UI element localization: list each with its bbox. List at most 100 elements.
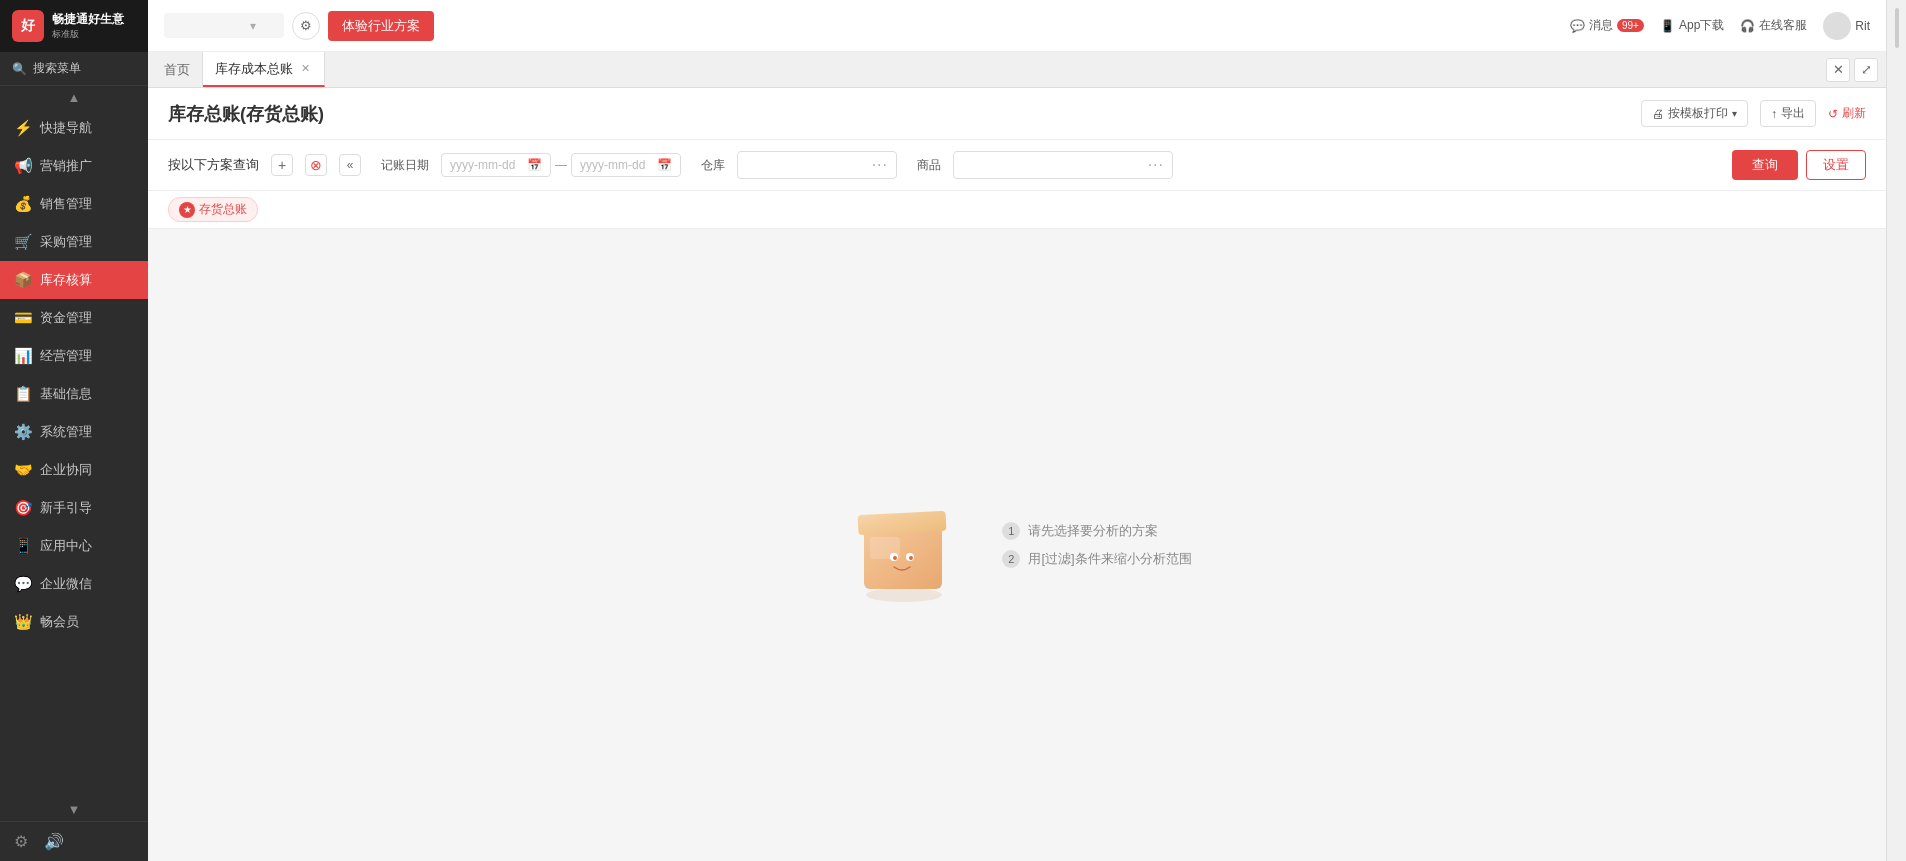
scheme-text: 存货总账	[199, 201, 247, 218]
nav-path-chevron: ▾	[250, 19, 256, 33]
inventory-icon: 📦	[14, 271, 32, 289]
content-area: 库存总账(存货总账) 🖨 按模板打印 ▾ ↑ 导出 ↺ 刷新 按以下方案查询	[148, 88, 1886, 861]
goods-label: 商品	[917, 157, 941, 174]
operations-icon: 📊	[14, 347, 32, 365]
system-icon: ⚙️	[14, 423, 32, 441]
sidebar-item-wechat[interactable]: 💬 企业微信	[0, 565, 148, 603]
sidebar-item-quick-nav[interactable]: ⚡ 快捷导航	[0, 109, 148, 147]
filter-collapse-btn[interactable]: «	[339, 154, 361, 176]
page-title: 库存总账(存货总账)	[168, 102, 324, 126]
sidebar-item-guide[interactable]: 🎯 新手引导	[0, 489, 148, 527]
user-name: Rit	[1855, 19, 1870, 33]
sidebar-item-member[interactable]: 👑 畅会员	[0, 603, 148, 641]
tip-num-1: 1	[1002, 522, 1020, 540]
tab-inventory-cost[interactable]: 库存成本总账 ✕	[203, 52, 325, 87]
guide-icon: 🎯	[14, 499, 32, 517]
sales-icon: 💰	[14, 195, 32, 213]
sidebar-item-sales[interactable]: 💰 销售管理	[0, 185, 148, 223]
search-menu-item[interactable]: 🔍 搜索菜单	[0, 52, 148, 86]
warehouse-more-icon: ···	[872, 156, 888, 174]
audio-footer-icon[interactable]: 🔊	[44, 832, 64, 851]
sidebar-item-cooperation[interactable]: 🤝 企业协同	[0, 451, 148, 489]
sidebar-nav: ⚡ 快捷导航 📢 营销推广 💰 销售管理 🛒 采购管理 📦 库存核算 💳 资金管…	[0, 109, 148, 798]
date-field-label: 记账日期	[381, 157, 429, 174]
empty-state: 1 请先选择要分析的方案 2 用[过滤]条件来缩小分析范围	[148, 229, 1886, 861]
search-icon: 🔍	[12, 62, 27, 76]
phone-icon: 📱	[1660, 19, 1675, 33]
filter-add-btn[interactable]: +	[271, 154, 293, 176]
tab-collapse-btn[interactable]: ✕	[1826, 58, 1850, 82]
goods-select[interactable]: ···	[953, 151, 1173, 179]
sidebar-item-finance[interactable]: 💳 资金管理	[0, 299, 148, 337]
wechat-icon: 💬	[14, 575, 32, 593]
nav-path[interactable]: ▾	[164, 13, 284, 38]
sidebar-item-marketing[interactable]: 📢 营销推广	[0, 147, 148, 185]
app-download-btn[interactable]: 📱 App下载	[1660, 17, 1724, 34]
scroll-up-btn[interactable]: ▲	[0, 86, 148, 109]
quick-nav-icon: ⚡	[14, 119, 32, 137]
sidebar-item-purchase[interactable]: 🛒 采购管理	[0, 223, 148, 261]
header-actions: 🖨 按模板打印 ▾ ↑ 导出 ↺ 刷新	[1641, 100, 1866, 127]
refresh-icon: ↺	[1828, 107, 1838, 121]
topbar-right: 💬 消息 99+ 📱 App下载 🎧 在线客服 Rit	[1570, 12, 1870, 40]
scheme-icon: ★	[179, 202, 195, 218]
tip-item-2: 2 用[过滤]条件来缩小分析范围	[1002, 550, 1191, 568]
date-start-input[interactable]: yyyy-mm-dd 📅	[441, 153, 551, 177]
tip-text-1: 请先选择要分析的方案	[1028, 522, 1158, 540]
headset-icon: 🎧	[1740, 19, 1755, 33]
warehouse-select[interactable]: ···	[737, 151, 897, 179]
tab-home[interactable]: 首页	[152, 52, 203, 87]
print-icon: 🖨	[1652, 107, 1664, 121]
date-end-input[interactable]: yyyy-mm-dd 📅	[571, 153, 681, 177]
tip-item-1: 1 请先选择要分析的方案	[1002, 522, 1191, 540]
messages-btn[interactable]: 💬 消息 99+	[1570, 17, 1644, 34]
print-dropdown-icon: ▾	[1732, 108, 1737, 119]
print-btn[interactable]: 🖨 按模板打印 ▾	[1641, 100, 1748, 127]
tab-expand-btn[interactable]: ⤢	[1854, 58, 1878, 82]
nav-path-text	[174, 17, 246, 34]
member-icon: 👑	[14, 613, 32, 631]
sidebar-item-app-center[interactable]: 📱 应用中心	[0, 527, 148, 565]
user-avatar	[1823, 12, 1851, 40]
filter-remove-btn[interactable]: ⊗	[305, 154, 327, 176]
right-panel[interactable]	[1886, 0, 1906, 861]
export-btn[interactable]: ↑ 导出	[1760, 100, 1816, 127]
user-info[interactable]: Rit	[1823, 12, 1870, 40]
sidebar-footer: ⚙ 🔊	[0, 821, 148, 861]
tabs-bar: 首页 库存成本总账 ✕ ✕ ⤢	[148, 52, 1886, 88]
topbar: ▾ ⚙ 体验行业方案 💬 消息 99+ 📱 App下载 🎧 在线客服 Rit	[148, 0, 1886, 52]
calendar-end-icon: 📅	[657, 158, 672, 172]
empty-tips: 1 请先选择要分析的方案 2 用[过滤]条件来缩小分析范围	[1002, 522, 1191, 568]
message-icon: 💬	[1570, 19, 1585, 33]
scheme-tag[interactable]: ★ 存货总账	[168, 197, 258, 222]
refresh-btn[interactable]: ↺ 刷新	[1828, 105, 1866, 122]
app-logo: 好 畅捷通好生意 标准版	[0, 0, 148, 52]
sidebar-item-system[interactable]: ⚙️ 系统管理	[0, 413, 148, 451]
scroll-down-btn[interactable]: ▼	[0, 798, 148, 821]
query-btn[interactable]: 查询	[1732, 150, 1798, 180]
online-service-btn[interactable]: 🎧 在线客服	[1740, 17, 1807, 34]
sidebar-item-inventory[interactable]: 📦 库存核算	[0, 261, 148, 299]
tab-close-btn[interactable]: ✕	[299, 60, 312, 77]
empty-box-svg	[842, 485, 962, 605]
goods-more-icon: ···	[1148, 156, 1164, 174]
logo-icon: 好	[12, 10, 44, 42]
svg-point-6	[893, 556, 897, 560]
messages-badge: 99+	[1617, 19, 1644, 32]
sidebar-item-operations[interactable]: 📊 经营管理	[0, 337, 148, 375]
industry-btn[interactable]: 体验行业方案	[328, 11, 434, 41]
basic-info-icon: 📋	[14, 385, 32, 403]
settings-footer-icon[interactable]: ⚙	[14, 832, 28, 851]
main-area: ▾ ⚙ 体验行业方案 💬 消息 99+ 📱 App下载 🎧 在线客服 Rit	[148, 0, 1886, 861]
topbar-left: ▾ ⚙ 体验行业方案	[164, 11, 1558, 41]
svg-point-7	[909, 556, 913, 560]
app-center-icon: 📱	[14, 537, 32, 555]
gear-button[interactable]: ⚙	[292, 12, 320, 40]
page-header: 库存总账(存货总账) 🖨 按模板打印 ▾ ↑ 导出 ↺ 刷新	[148, 88, 1886, 140]
tip-text-2: 用[过滤]条件来缩小分析范围	[1028, 550, 1191, 568]
filter-area: 按以下方案查询 + ⊗ « 记账日期 yyyy-mm-dd 📅 — yyyy-m…	[148, 140, 1886, 191]
sidebar-item-basic-info[interactable]: 📋 基础信息	[0, 375, 148, 413]
settings-btn[interactable]: 设置	[1806, 150, 1866, 180]
tip-num-2: 2	[1002, 550, 1020, 568]
purchase-icon: 🛒	[14, 233, 32, 251]
